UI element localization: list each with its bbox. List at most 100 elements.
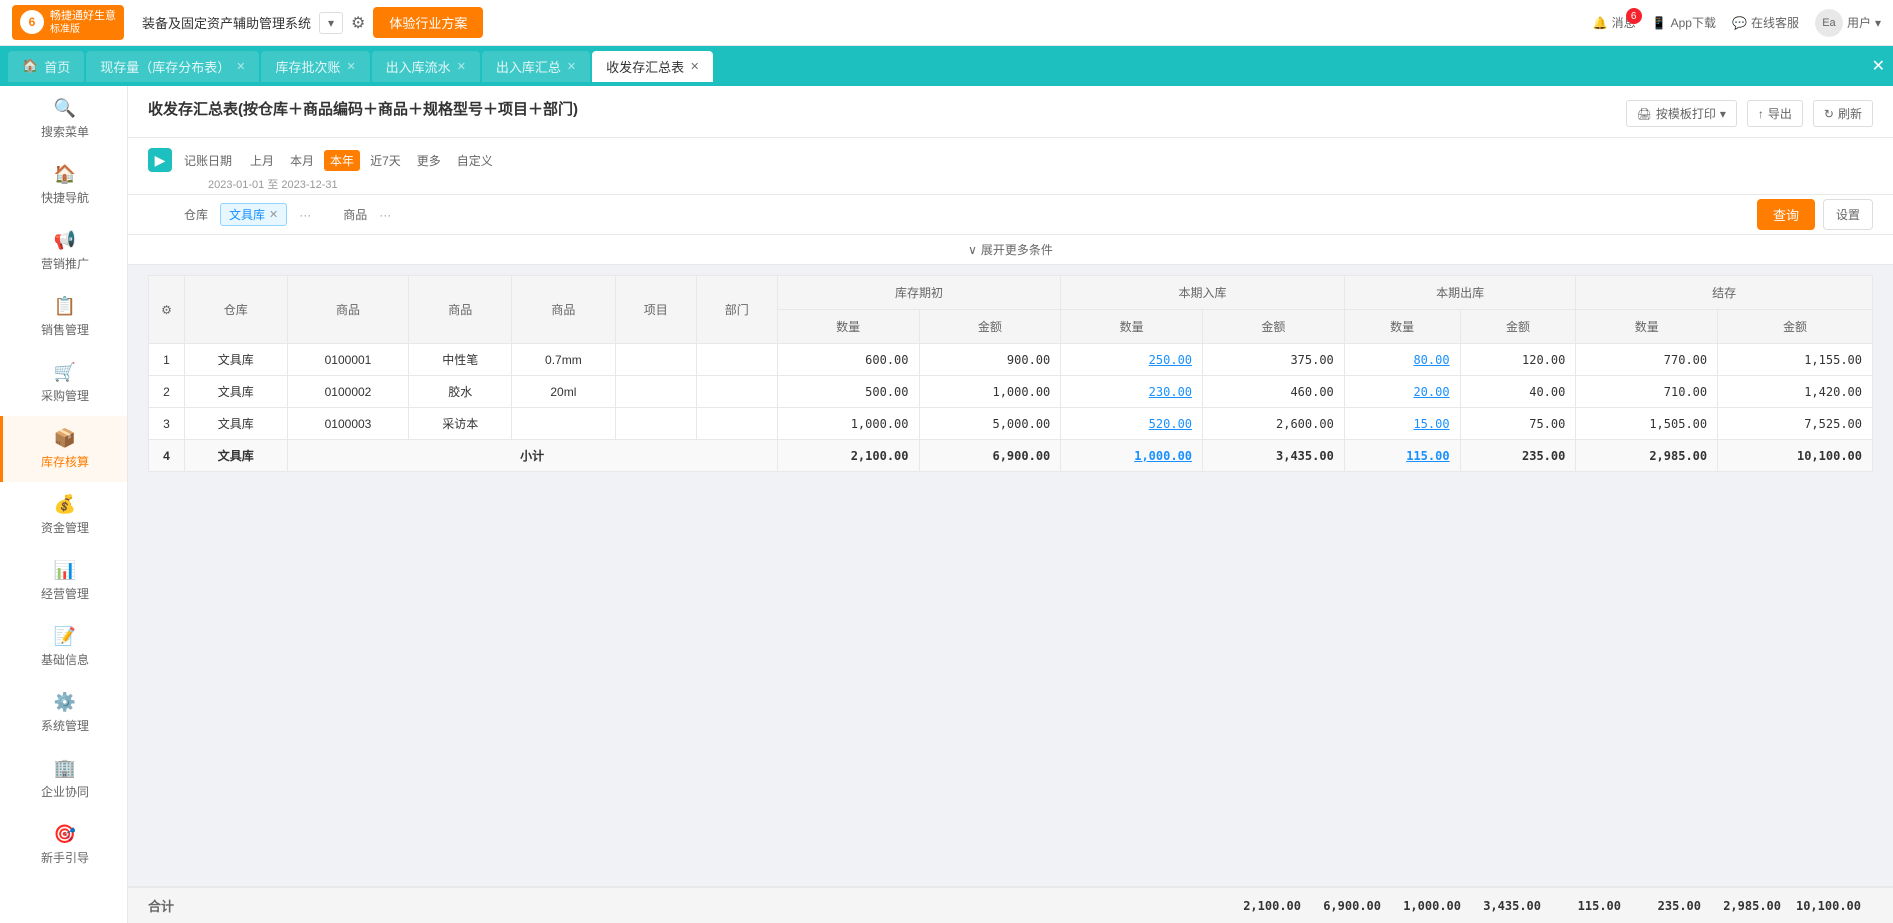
- refresh-button[interactable]: ↻ 刷新: [1813, 100, 1873, 127]
- th-opening-amt: 金额: [919, 310, 1061, 344]
- search-icon: 🔍: [54, 98, 76, 119]
- row-1-balance-qty: 770.00: [1576, 344, 1718, 376]
- sidebar-item-guide[interactable]: 🎯 新手引导: [0, 812, 127, 878]
- subtotal-label: 小计: [287, 440, 777, 472]
- subtotal-out-qty[interactable]: 115.00: [1344, 440, 1460, 472]
- notifications-button[interactable]: 🔔 6 消息: [1593, 14, 1636, 31]
- sidebar-item-purchase[interactable]: 🛒 采购管理: [0, 350, 127, 416]
- row-1-opening-qty: 600.00: [777, 344, 919, 376]
- date-btn-last-7-days[interactable]: 近7天: [364, 150, 407, 171]
- settings-icon-button[interactable]: ⚙: [351, 13, 365, 33]
- row-3-goods-name: 采访本: [409, 408, 512, 440]
- table-container: ⚙ 仓库 商品 商品 商品 项目 部门 库存期初 本期入库 本期出库 结存: [128, 265, 1893, 923]
- date-btn-custom[interactable]: 自定义: [451, 150, 499, 171]
- notifications-badge: 6: [1626, 8, 1642, 24]
- guide-icon: 🎯: [54, 824, 76, 845]
- sidebar-item-system[interactable]: ⚙️ 系统管理: [0, 680, 127, 746]
- tab-recv-send-summary[interactable]: 收发存汇总表 ✕: [592, 51, 713, 82]
- sidebar-item-basic-info[interactable]: 📝 基础信息: [0, 614, 127, 680]
- online-service-button[interactable]: 💬 在线客服: [1732, 14, 1799, 31]
- sidebar-item-finance[interactable]: 💰 资金管理: [0, 482, 127, 548]
- th-project: 项目: [615, 276, 696, 344]
- system-icon: ⚙️: [54, 692, 76, 713]
- date-btn-last-month[interactable]: 上月: [244, 150, 280, 171]
- warehouse-more-button[interactable]: ···: [299, 208, 311, 222]
- sidebar-item-search[interactable]: 🔍 搜索菜单: [0, 86, 127, 152]
- tab-in-out-flow[interactable]: 出入库流水 ✕: [372, 51, 480, 82]
- data-table: ⚙ 仓库 商品 商品 商品 项目 部门 库存期初 本期入库 本期出库 结存: [148, 275, 1873, 472]
- chevron-right-icon: ▶: [155, 152, 166, 169]
- row-2-warehouse: 文具库: [185, 376, 288, 408]
- warehouse-tag: 文具库 ✕: [220, 203, 287, 226]
- row-num-3: 3: [149, 408, 185, 440]
- row-1-out-qty[interactable]: 80.00: [1344, 344, 1460, 376]
- date-btn-this-month[interactable]: 本月: [284, 150, 320, 171]
- sidebar-item-operations[interactable]: 📊 经营管理: [0, 548, 127, 614]
- filter-settings-button[interactable]: 设置: [1823, 199, 1873, 230]
- inventory-icon: 📦: [54, 428, 76, 449]
- app-download-button[interactable]: 📱 App下载: [1652, 14, 1716, 31]
- expand-more-button[interactable]: ∨ 展开更多条件: [968, 241, 1053, 258]
- tab-close-in-out-flow[interactable]: ✕: [457, 60, 466, 73]
- close-all-tabs-button[interactable]: ✕: [1872, 56, 1885, 76]
- user-menu[interactable]: Ea 用户 ▾: [1815, 9, 1881, 37]
- row-num-2: 2: [149, 376, 185, 408]
- table-row: 2 文具库 0100002 胶水 20ml 500.00 1,000.00 23…: [149, 376, 1873, 408]
- table-settings-icon[interactable]: ⚙: [161, 303, 172, 317]
- home-nav-icon: 🏠: [54, 164, 76, 185]
- print-button[interactable]: 🖨 按模板打印 ▾: [1626, 100, 1737, 127]
- system-dropdown-button[interactable]: ▾: [319, 12, 343, 34]
- tab-close-inventory-dist[interactable]: ✕: [236, 60, 245, 73]
- row-2-goods-code: 0100002: [287, 376, 409, 408]
- subtotal-in-qty[interactable]: 1,000.00: [1061, 440, 1203, 472]
- filter-bar-2: 仓库 文具库 ✕ ··· 商品 ··· 查询 设置: [128, 195, 1893, 235]
- sidebar-item-enterprise[interactable]: 🏢 企业协同: [0, 746, 127, 812]
- row-1-balance-amt: 1,155.00: [1718, 344, 1873, 376]
- row-3-goods-spec: [511, 408, 615, 440]
- row-2-opening-qty: 500.00: [777, 376, 919, 408]
- sidebar-item-sales[interactable]: 📋 销售管理: [0, 284, 127, 350]
- tab-home[interactable]: 🏠 首页: [8, 51, 84, 82]
- filter-toggle-button[interactable]: ▶: [148, 148, 172, 172]
- row-1-in-qty[interactable]: 250.00: [1061, 344, 1203, 376]
- total-out-qty: 115.00: [1553, 899, 1633, 913]
- row-2-project: [615, 376, 696, 408]
- th-warehouse: 仓库: [185, 276, 288, 344]
- row-3-in-qty[interactable]: 520.00: [1061, 408, 1203, 440]
- subtotal-num: 4: [149, 440, 185, 472]
- trial-button[interactable]: 体验行业方案: [373, 7, 483, 38]
- warehouse-tag-close[interactable]: ✕: [269, 208, 278, 221]
- basic-info-icon: 📝: [54, 626, 76, 647]
- sidebar-item-quick-nav[interactable]: 🏠 快捷导航: [0, 152, 127, 218]
- content-area: 收发存汇总表(按仓库＋商品编码＋商品＋规格型号＋项目＋部门) 🖨 按模板打印 ▾…: [128, 86, 1893, 923]
- sidebar-item-inventory[interactable]: 📦 库存核算: [0, 416, 127, 482]
- th-group-balance: 结存: [1576, 276, 1873, 310]
- th-group-opening: 库存期初: [777, 276, 1061, 310]
- chevron-down-icon: ∨: [968, 243, 977, 257]
- sidebar-item-marketing[interactable]: 📢 营销推广: [0, 218, 127, 284]
- goods-more-button[interactable]: ···: [379, 208, 391, 222]
- row-3-project: [615, 408, 696, 440]
- row-1-warehouse: 文具库: [185, 344, 288, 376]
- tab-close-recv-send-summary[interactable]: ✕: [690, 60, 699, 73]
- tab-inventory-dist[interactable]: 现存量（库存分布表） ✕: [86, 51, 259, 82]
- row-3-out-qty[interactable]: 15.00: [1344, 408, 1460, 440]
- row-1-opening-amt: 900.00: [919, 344, 1061, 376]
- total-in-amt: 3,435.00: [1473, 899, 1553, 913]
- th-in-qty: 数量: [1061, 310, 1203, 344]
- tab-close-in-out-summary[interactable]: ✕: [567, 60, 576, 73]
- date-btn-this-year[interactable]: 本年: [324, 150, 360, 171]
- tab-in-out-summary[interactable]: 出入库汇总 ✕: [482, 51, 590, 82]
- tab-batch-accounts[interactable]: 库存批次账 ✕: [261, 51, 369, 82]
- total-in-qty: 1,000.00: [1393, 899, 1473, 913]
- row-2-in-qty[interactable]: 230.00: [1061, 376, 1203, 408]
- total-balance-amt: 10,100.00: [1793, 899, 1873, 913]
- date-btn-more[interactable]: 更多: [411, 150, 447, 171]
- sales-icon: 📋: [54, 296, 76, 317]
- tab-close-batch-accounts[interactable]: ✕: [346, 60, 355, 73]
- subtotal-balance-amt: 10,100.00: [1718, 440, 1873, 472]
- row-2-goods-spec: 20ml: [511, 376, 615, 408]
- export-button[interactable]: ↑ 导出: [1747, 100, 1803, 127]
- query-button[interactable]: 查询: [1757, 199, 1815, 230]
- row-2-out-qty[interactable]: 20.00: [1344, 376, 1460, 408]
